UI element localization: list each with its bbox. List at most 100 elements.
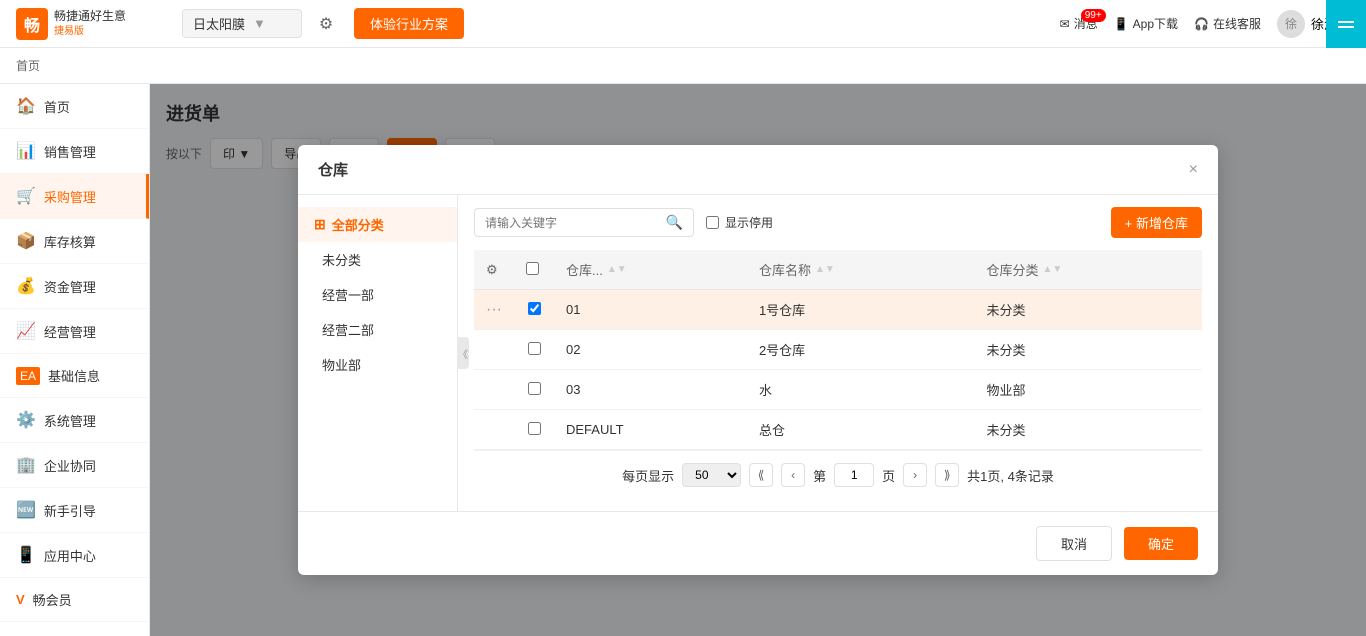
notification-badge: 99+ [1081, 9, 1106, 22]
category-item-ops2[interactable]: 经营二部 [298, 312, 457, 347]
prev-page-button[interactable]: ‹ [781, 463, 805, 487]
row-checkbox-cell[interactable] [514, 290, 554, 330]
page-label: 页 [882, 466, 895, 485]
sidebar-item-apps[interactable]: 📱 应用中心 [0, 533, 149, 578]
th-category: 仓库分类 ▲▼ [974, 250, 1202, 290]
row-category: 物业部 [974, 370, 1202, 410]
sub-header: 首页 [0, 48, 1366, 84]
header-right: ✉ 消息 99+ 📱 App下载 🎧 在线客服 徐 徐泽华 [1060, 10, 1350, 38]
table-header-row: ⚙ 仓库... ▲▼ [474, 250, 1202, 290]
table-row[interactable]: 02 2号仓库 未分类 [474, 330, 1202, 370]
modal-header: 仓库 × [298, 145, 1218, 195]
row-code: 01 [554, 290, 747, 330]
row-checkbox[interactable] [528, 302, 541, 315]
online-service-item[interactable]: 🎧 在线客服 [1194, 15, 1261, 32]
row-checkbox-cell[interactable] [514, 410, 554, 450]
th-gear: ⚙ [474, 250, 514, 290]
sidebar-item-system[interactable]: ⚙️ 系统管理 [0, 398, 149, 443]
sort-icon-name: ▲▼ [815, 264, 835, 275]
row-gear-cell [474, 370, 514, 410]
table-row[interactable]: ··· 01 1号仓库 未分类 [474, 290, 1202, 330]
row-gear-cell [474, 330, 514, 370]
sort-icon-code: ▲▼ [607, 264, 627, 275]
next-page-button[interactable]: › [903, 463, 927, 487]
add-warehouse-button[interactable]: + 新增仓库 [1111, 207, 1202, 238]
select-all-checkbox[interactable] [526, 262, 539, 275]
category-item-property[interactable]: 物业部 [298, 347, 457, 382]
home-icon: 🏠 [16, 96, 36, 116]
category-panel: ⊞ 全部分类 未分类 经营一部 经营二部 物业部 《 [298, 195, 458, 511]
sidebar-item-label: 经营管理 [44, 322, 96, 341]
message-icon: ✉ [1060, 17, 1070, 31]
th-check [514, 250, 554, 290]
last-page-button[interactable]: ⟫ [935, 463, 959, 487]
show-disabled-checkbox[interactable] [706, 216, 719, 229]
gear-header-icon: ⚙ [486, 262, 498, 277]
sidebar-item-member[interactable]: V 畅会员 [0, 578, 149, 622]
table-panel: 🔍 显示停用 + 新增仓库 [458, 195, 1218, 511]
category-item-none[interactable]: 未分类 [298, 242, 457, 277]
warehouse-table: ⚙ 仓库... ▲▼ [474, 250, 1202, 450]
modal-footer: 取消 确定 [298, 511, 1218, 575]
row-category: 未分类 [974, 330, 1202, 370]
sidebar-item-label: 系统管理 [44, 411, 96, 430]
search-icon: 🔍 [666, 214, 683, 231]
row-actions-icon[interactable]: ··· [486, 301, 502, 318]
sidebar-item-home[interactable]: 🏠 首页 [0, 84, 149, 129]
sidebar-item-inventory[interactable]: 📦 库存核算 [0, 219, 149, 264]
inventory-icon: 📦 [16, 231, 36, 251]
row-checkbox-cell[interactable] [514, 370, 554, 410]
sidebar-item-base[interactable]: EA 基础信息 [0, 354, 149, 398]
cancel-button[interactable]: 取消 [1036, 526, 1112, 561]
row-code: 02 [554, 330, 747, 370]
sidebar-item-sales[interactable]: 📊 销售管理 [0, 129, 149, 174]
base-icon: EA [16, 367, 40, 385]
confirm-button[interactable]: 确定 [1124, 527, 1198, 560]
table-row[interactable]: DEFAULT 总仓 未分类 [474, 410, 1202, 450]
modal-close-button[interactable]: × [1189, 161, 1198, 179]
th-code: 仓库... ▲▼ [554, 250, 747, 290]
logo-area: 畅 畅捷通好生意 捷易版 [16, 8, 166, 40]
row-category: 未分类 [974, 410, 1202, 450]
row-checkbox[interactable] [528, 382, 541, 395]
row-checkbox[interactable] [528, 422, 541, 435]
total-info: 共1页, 4条记录 [967, 466, 1054, 485]
sidebar-item-purchase[interactable]: 🛒 采购管理 [0, 174, 149, 219]
store-selector[interactable]: 日太阳膜 ▼ [182, 9, 302, 38]
show-disabled-label[interactable]: 显示停用 [706, 214, 773, 231]
sidebar-item-guide[interactable]: 🆕 新手引导 [0, 488, 149, 533]
sidebar-item-label: 畅会员 [33, 590, 72, 609]
settings-button[interactable]: ⚙ [310, 8, 342, 40]
first-page-button[interactable]: ⟪ [749, 463, 773, 487]
sidebar-item-operations[interactable]: 📈 经营管理 [0, 309, 149, 354]
table-row[interactable]: 03 水 物业部 [474, 370, 1202, 410]
online-service-label: 在线客服 [1213, 15, 1261, 32]
page-number-input[interactable] [834, 463, 874, 487]
enterprise-icon: 🏢 [16, 455, 36, 475]
phone-icon: 📱 [1114, 17, 1129, 31]
row-code: 03 [554, 370, 747, 410]
row-checkbox-cell[interactable] [514, 330, 554, 370]
row-checkbox[interactable] [528, 342, 541, 355]
category-item-ops1[interactable]: 经营一部 [298, 277, 457, 312]
category-toggle-button[interactable]: 《 [457, 337, 469, 369]
table-toolbar: 🔍 显示停用 + 新增仓库 [474, 207, 1202, 238]
store-name: 日太阳膜 [193, 14, 245, 33]
main-layout: 🏠 首页 📊 销售管理 🛒 采购管理 📦 库存核算 💰 资金管理 📈 经营管理 … [0, 84, 1366, 636]
category-all-item[interactable]: ⊞ 全部分类 [298, 207, 457, 242]
store-dropdown-arrow: ▼ [253, 16, 266, 31]
sidebar-item-enterprise[interactable]: 🏢 企业协同 [0, 443, 149, 488]
grid-icon: ⊞ [314, 216, 326, 233]
sidebar-item-finance[interactable]: 💰 资金管理 [0, 264, 149, 309]
sidebar-item-label: 库存核算 [44, 232, 96, 251]
breadcrumb-home[interactable]: 首页 [16, 57, 40, 74]
notification-item[interactable]: ✉ 消息 99+ [1060, 15, 1098, 32]
trial-button[interactable]: 体验行业方案 [354, 8, 464, 39]
sidebar-item-label: 销售管理 [44, 142, 96, 161]
per-page-label: 每页显示 [622, 466, 674, 485]
pagination-bar: 每页显示 50 100 ⟪ ‹ 第 页 › ⟫ 共 [474, 450, 1202, 499]
search-input[interactable] [485, 216, 662, 230]
app-download-item[interactable]: 📱 App下载 [1114, 15, 1178, 32]
per-page-select[interactable]: 50 100 [682, 463, 741, 487]
sidebar-item-label: 企业协同 [44, 456, 96, 475]
